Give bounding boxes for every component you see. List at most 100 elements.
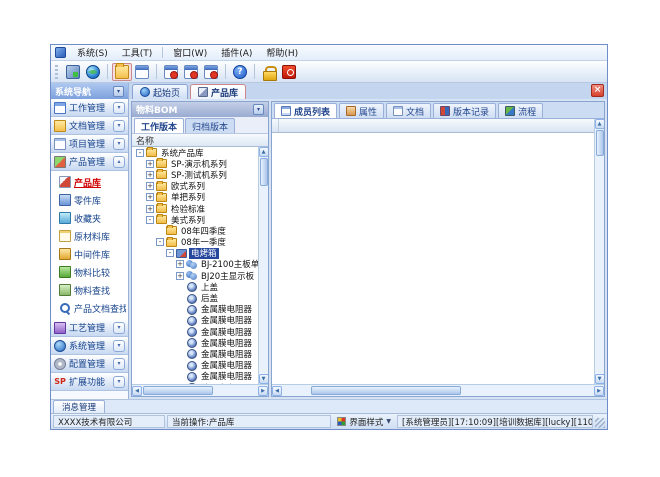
- tree-item[interactable]: 金属膜电阻器: [132, 371, 258, 382]
- tab-version-history[interactable]: 版本记录: [433, 103, 496, 118]
- tree-column-header[interactable]: 名称: [132, 134, 268, 147]
- tab-archived-version[interactable]: 归档版本: [185, 118, 235, 133]
- tab-documents[interactable]: 文档: [386, 103, 431, 118]
- toolbar-grip[interactable]: [55, 65, 58, 79]
- sidebar-item-intermediate-library[interactable]: 中间件库: [51, 245, 128, 263]
- tree-item[interactable]: -系统产品库: [132, 147, 258, 158]
- folder-button[interactable]: [112, 63, 132, 81]
- tree-item[interactable]: -美式系列: [132, 214, 258, 225]
- tree-item[interactable]: 08年四季度: [132, 225, 258, 236]
- message-manager-tab[interactable]: 消息管理: [53, 400, 105, 413]
- sidebar-item-product-library[interactable]: 产品库: [51, 173, 128, 191]
- expand-icon[interactable]: +: [176, 260, 184, 268]
- scroll-left-icon[interactable]: ◀: [132, 386, 142, 396]
- exit-button[interactable]: [279, 63, 299, 81]
- chevron-down-icon[interactable]: ▾: [113, 376, 125, 388]
- chevron-down-icon[interactable]: ▾: [113, 120, 125, 132]
- chevron-down-icon[interactable]: ▾: [113, 340, 125, 352]
- expand-icon[interactable]: +: [146, 182, 154, 190]
- tree-item[interactable]: 金属膜电阻器: [132, 348, 258, 359]
- scroll-down-icon[interactable]: ▼: [595, 374, 605, 384]
- menu-system[interactable]: 系统(S): [70, 45, 115, 60]
- collapse-icon[interactable]: -: [166, 249, 174, 257]
- scroll-up-icon[interactable]: ▲: [259, 147, 269, 157]
- tree-item[interactable]: +SP-测试机系列: [132, 169, 258, 180]
- sidebar-group-process[interactable]: 工艺管理▾: [51, 319, 128, 337]
- tree-hscroll-thumb[interactable]: [143, 386, 213, 395]
- globe-button[interactable]: [83, 63, 103, 81]
- collapse-icon[interactable]: -: [136, 149, 144, 157]
- collapse-icon[interactable]: -: [146, 216, 154, 224]
- table-horizontal-scrollbar[interactable]: ◀ ▶: [272, 384, 604, 396]
- tree-item[interactable]: -电烤箱: [132, 248, 258, 259]
- tree-horizontal-scrollbar[interactable]: ◀ ▶: [132, 384, 268, 396]
- table-hscroll-thumb[interactable]: [311, 386, 461, 395]
- doc-close-button[interactable]: [161, 63, 181, 81]
- tree-item[interactable]: 金属膜电阻器: [132, 304, 258, 315]
- expand-icon[interactable]: +: [146, 193, 154, 201]
- tree-item[interactable]: +单把系列: [132, 192, 258, 203]
- sidebar-group-projects[interactable]: 项目管理▾: [51, 135, 128, 153]
- scroll-right-icon[interactable]: ▶: [594, 386, 604, 396]
- chevron-down-icon[interactable]: ▾: [113, 102, 125, 114]
- sidebar-item-material-search[interactable]: 物料查找: [51, 281, 128, 299]
- sidebar-item-favorites[interactable]: 收藏夹: [51, 209, 128, 227]
- tab-properties[interactable]: 属性: [339, 103, 384, 118]
- sidebar-group-extensions[interactable]: SP扩展功能▾: [51, 373, 128, 391]
- tree-item[interactable]: 后盖: [132, 292, 258, 303]
- tab-working-version[interactable]: 工作版本: [134, 118, 184, 133]
- tree-item[interactable]: +欧式系列: [132, 181, 258, 192]
- chevron-up-icon[interactable]: ▴: [113, 156, 125, 168]
- sidebar-item-raw-material-library[interactable]: 原材料库: [51, 227, 128, 245]
- tree-item[interactable]: +SP-演示机系列: [132, 158, 258, 169]
- tree-item[interactable]: 金属膜电阻器: [132, 360, 258, 371]
- doc-save-button[interactable]: [181, 63, 201, 81]
- tree-item[interactable]: +BJ-2100主板单点: [132, 259, 258, 270]
- sidebar-item-product-doc-search[interactable]: 产品文档查找: [51, 299, 128, 317]
- expand-icon[interactable]: +: [146, 205, 154, 213]
- tab-start-page[interactable]: 起始页: [132, 84, 188, 99]
- resize-grip[interactable]: [595, 418, 605, 428]
- tab-product-library[interactable]: 产品库: [190, 84, 246, 99]
- close-document-button[interactable]: ×: [591, 84, 604, 97]
- table-vertical-scrollbar[interactable]: ▲ ▼: [594, 119, 604, 384]
- sidebar-group-documents[interactable]: 文档管理▾: [51, 117, 128, 135]
- scroll-right-icon[interactable]: ▶: [258, 386, 268, 396]
- chevron-down-icon[interactable]: ▾: [113, 138, 125, 150]
- window-button[interactable]: [132, 63, 152, 81]
- tree-item[interactable]: +检验标准: [132, 203, 258, 214]
- workspace-button[interactable]: [63, 63, 83, 81]
- tree-vscroll-thumb[interactable]: [260, 158, 268, 186]
- tree-item[interactable]: 金属膜电阻器: [132, 315, 258, 326]
- tab-workflow[interactable]: 流程: [498, 103, 543, 118]
- menu-window[interactable]: 窗口(W): [166, 45, 214, 60]
- menu-plugins[interactable]: 插件(A): [214, 45, 259, 60]
- scroll-left-icon[interactable]: ◀: [272, 386, 282, 396]
- collapse-icon[interactable]: -: [156, 238, 164, 246]
- help-button[interactable]: ?: [230, 63, 250, 81]
- tree-item[interactable]: +BJ20主显示板: [132, 270, 258, 281]
- menu-tools[interactable]: 工具(T): [115, 45, 160, 60]
- scroll-down-icon[interactable]: ▼: [259, 374, 269, 384]
- tree-item[interactable]: 金属膜电阻器: [132, 326, 258, 337]
- sidebar-group-products[interactable]: 产品管理▴: [51, 153, 128, 171]
- expand-icon[interactable]: +: [176, 272, 184, 280]
- sidebar-group-configuration[interactable]: 配置管理▾: [51, 355, 128, 373]
- sidebar-options-button[interactable]: ▾: [113, 86, 124, 97]
- table-vscroll-thumb[interactable]: [596, 130, 604, 156]
- scroll-up-icon[interactable]: ▲: [595, 119, 605, 129]
- sidebar-group-work[interactable]: 工作管理▾: [51, 99, 128, 117]
- chevron-down-icon[interactable]: ▾: [113, 322, 125, 334]
- sidebar-group-system[interactable]: 系统管理▾: [51, 337, 128, 355]
- sidebar-item-material-compare[interactable]: 物料比较: [51, 263, 128, 281]
- bom-pin-button[interactable]: ▾: [253, 104, 264, 115]
- doc-delete-button[interactable]: [201, 63, 221, 81]
- tree-item[interactable]: 金属膜电阻器: [132, 337, 258, 348]
- tree-item[interactable]: 上盖: [132, 281, 258, 292]
- expand-icon[interactable]: +: [146, 171, 154, 179]
- lock-button[interactable]: [259, 63, 279, 81]
- menu-help[interactable]: 帮助(H): [259, 45, 305, 60]
- tab-member-list[interactable]: 成员列表: [274, 103, 337, 118]
- tree-vertical-scrollbar[interactable]: ▲ ▼: [258, 147, 268, 384]
- sidebar-item-part-library[interactable]: 零件库: [51, 191, 128, 209]
